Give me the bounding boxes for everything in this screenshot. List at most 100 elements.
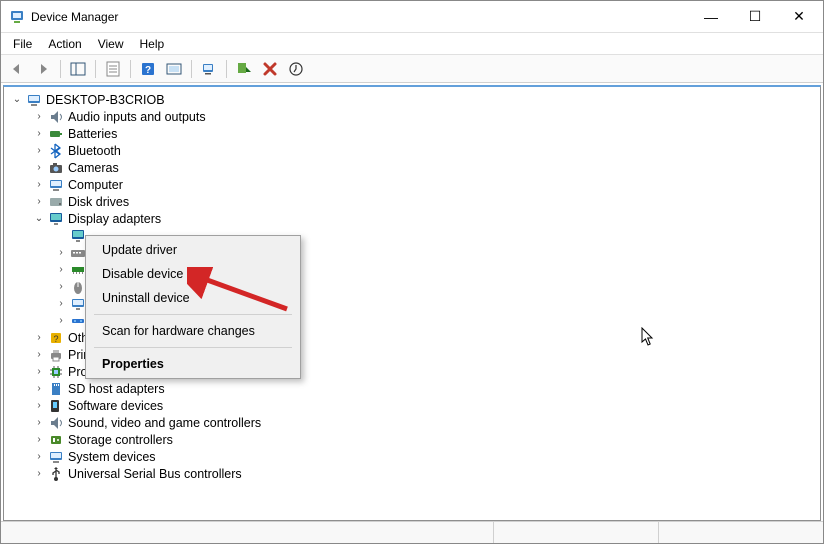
tree-row[interactable]: › Sound, video and game controllers	[4, 414, 820, 431]
keyboard-icon	[70, 245, 86, 261]
ctx-uninstall-device[interactable]: Uninstall device	[88, 286, 298, 310]
expander-icon[interactable]: ›	[32, 433, 46, 447]
expander-icon[interactable]: ›	[54, 246, 68, 260]
status-panel	[1, 522, 494, 543]
tree-row[interactable]: ›Software devices	[4, 397, 820, 414]
toolbar-update-button[interactable]	[284, 58, 308, 80]
mouse-icon	[70, 279, 86, 295]
tree-row[interactable]: › Cameras	[4, 159, 820, 176]
camera-icon	[48, 160, 64, 176]
tree-row[interactable]: ›Bluetooth	[4, 142, 820, 159]
tree-row-label: Sound, video and game controllers	[68, 416, 261, 430]
ctx-disable-device[interactable]: Disable device	[88, 262, 298, 286]
tree-row[interactable]: › Batteries	[4, 125, 820, 142]
system-icon	[48, 449, 64, 465]
expander-icon[interactable]: ›	[54, 280, 68, 294]
expander-icon[interactable]: ›	[32, 382, 46, 396]
sound-icon	[48, 109, 64, 125]
svg-text:?: ?	[145, 65, 151, 76]
tree-row-label: Display adapters	[68, 212, 161, 226]
expander-icon[interactable]: ›	[32, 450, 46, 464]
ctx-properties[interactable]: Properties	[88, 352, 298, 376]
toolbar-show-hide-tree-button[interactable]	[66, 58, 90, 80]
storage-icon	[48, 432, 64, 448]
context-menu: Update driver Disable device Uninstall d…	[85, 235, 301, 379]
tree-row-label: Universal Serial Bus controllers	[68, 467, 242, 481]
tree-row-label: SD host adapters	[68, 382, 165, 396]
expander-icon[interactable]: ›	[54, 263, 68, 277]
toolbar-separator	[130, 60, 131, 78]
tree-root[interactable]: ⌄ DESKTOP-B3CRIOB	[4, 91, 820, 108]
network-icon	[70, 313, 86, 329]
expander-icon[interactable]: ⌄	[32, 212, 46, 226]
memory-icon	[70, 262, 86, 278]
expander-icon[interactable]: ›	[32, 399, 46, 413]
expander-icon[interactable]: ›	[32, 331, 46, 345]
minimize-button[interactable]: —	[689, 2, 733, 32]
toolbar-scan-hardware-button[interactable]	[197, 58, 221, 80]
expander-icon[interactable]: ›	[32, 365, 46, 379]
tree-row-label: Storage controllers	[68, 433, 173, 447]
expander-icon[interactable]: ›	[54, 314, 68, 328]
expander-icon[interactable]: ›	[32, 178, 46, 192]
expander-icon[interactable]: ›	[32, 110, 46, 124]
tree-row[interactable]: ⌄ Display adapters	[4, 210, 820, 227]
toolbar-separator	[60, 60, 61, 78]
computer-icon	[48, 177, 64, 193]
toolbar-action-button[interactable]	[162, 58, 186, 80]
toolbar-properties-button[interactable]	[101, 58, 125, 80]
menu-help[interactable]: Help	[132, 35, 173, 53]
svg-text:?: ?	[53, 334, 58, 344]
toolbar: ?	[1, 55, 823, 83]
computer-icon	[26, 92, 42, 108]
expander-icon[interactable]: ⌄	[10, 93, 24, 107]
menu-file[interactable]: File	[5, 35, 40, 53]
tree-row[interactable]: › Audio inputs and outputs	[4, 108, 820, 125]
ctx-scan-hardware[interactable]: Scan for hardware changes	[88, 319, 298, 343]
tree-row-label: Audio inputs and outputs	[68, 110, 206, 124]
expander-icon[interactable]: ›	[54, 297, 68, 311]
toolbar-help-button[interactable]: ?	[136, 58, 160, 80]
toolbar-separator	[226, 60, 227, 78]
expander-icon[interactable]	[54, 229, 68, 243]
app-icon	[9, 9, 25, 25]
menu-view[interactable]: View	[90, 35, 132, 53]
disk-icon	[48, 194, 64, 210]
close-button[interactable]: ✕	[777, 2, 821, 32]
menu-action[interactable]: Action	[40, 35, 89, 53]
tree-row[interactable]: › Universal Serial Bus controllers	[4, 465, 820, 482]
tree-row[interactable]: › Storage controllers	[4, 431, 820, 448]
sd-icon	[48, 381, 64, 397]
ctx-update-driver[interactable]: Update driver	[88, 238, 298, 262]
tree-row-label: Batteries	[68, 127, 117, 141]
printer-icon	[48, 347, 64, 363]
monitor-icon	[70, 296, 86, 312]
tree-root-label: DESKTOP-B3CRIOB	[46, 93, 165, 107]
toolbar-forward-button[interactable]	[31, 58, 55, 80]
window-title: Device Manager	[31, 10, 689, 24]
cpu-icon	[48, 364, 64, 380]
status-bar	[1, 521, 823, 543]
status-panel	[494, 522, 659, 543]
toolbar-back-button[interactable]	[5, 58, 29, 80]
expander-icon[interactable]: ›	[32, 161, 46, 175]
tree-row[interactable]: ›Disk drives	[4, 193, 820, 210]
maximize-button[interactable]: ☐	[733, 2, 777, 32]
tree-row[interactable]: ›System devices	[4, 448, 820, 465]
expander-icon[interactable]: ›	[32, 467, 46, 481]
expander-icon[interactable]: ›	[32, 127, 46, 141]
toolbar-enable-button[interactable]	[232, 58, 256, 80]
tree-row[interactable]: › SD host adapters	[4, 380, 820, 397]
toolbar-separator	[95, 60, 96, 78]
expander-icon[interactable]: ›	[32, 144, 46, 158]
sound-icon	[48, 415, 64, 431]
bluetooth-icon	[48, 143, 64, 159]
tree-row[interactable]: ›Computer	[4, 176, 820, 193]
expander-icon[interactable]: ›	[32, 195, 46, 209]
software-icon	[48, 398, 64, 414]
expander-icon[interactable]: ›	[32, 348, 46, 362]
tree-row-label: Cameras	[68, 161, 119, 175]
expander-icon[interactable]: ›	[32, 416, 46, 430]
status-panel	[659, 522, 823, 543]
toolbar-uninstall-button[interactable]	[258, 58, 282, 80]
